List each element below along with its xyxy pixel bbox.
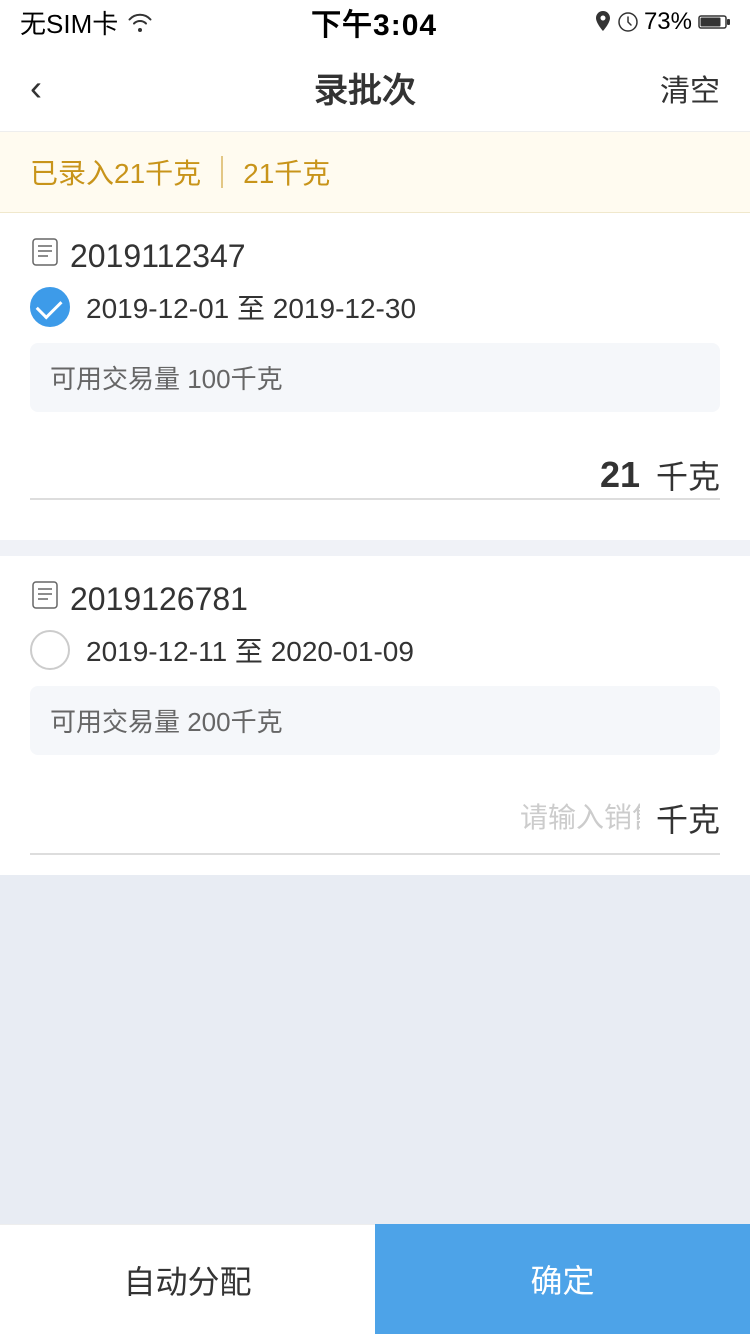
battery-text: 73% (644, 8, 692, 36)
page-title: 录批次 (90, 63, 640, 112)
confirm-button[interactable]: 确定 (375, 1224, 750, 1334)
summary-divider (221, 156, 223, 188)
batch1-quantity-row: 千克 (0, 432, 750, 498)
back-button[interactable]: ‹ (30, 67, 90, 109)
batch2-card: 2019126781 2019-12-11 至 2020-01-09 可用交易量… (0, 556, 750, 755)
summary-item1: 已录入21千克 (30, 152, 201, 192)
batch1-quantity-section: 千克 (0, 432, 750, 540)
content-area: 已录入21千克 21千克 2019112347 2019-12-01 至 201… (0, 132, 750, 1295)
summary-banner: 已录入21千克 21千克 (0, 132, 750, 213)
auto-distribute-button[interactable]: 自动分配 (0, 1224, 375, 1334)
batch1-header: 2019112347 (30, 237, 720, 275)
batch2-available: 可用交易量 200千克 (30, 686, 720, 755)
batch1-doc-icon (30, 237, 60, 275)
batch2-section-bottom (0, 855, 750, 875)
batch2-id: 2019126781 (70, 581, 248, 618)
batch1-radio[interactable] (30, 287, 70, 327)
section-divider (0, 540, 750, 556)
status-right: 73% (594, 8, 730, 36)
status-time: 下午3:04 (311, 0, 437, 44)
batch1-quantity-input[interactable] (520, 454, 640, 496)
summary-item2: 21千克 (243, 152, 330, 192)
wifi-icon (126, 12, 154, 32)
bottom-bar: 自动分配 确定 (0, 1224, 750, 1334)
batch2-doc-icon (30, 580, 60, 618)
status-bar: 无SIM卡 下午3:04 73% (0, 0, 750, 44)
batch1-date-row: 2019-12-01 至 2019-12-30 (30, 287, 720, 327)
batch2-wrapper: 2019126781 2019-12-11 至 2020-01-09 可用交易量… (0, 556, 750, 875)
batch2-date: 2019-12-11 至 2020-01-09 (86, 630, 414, 670)
batch1-available: 可用交易量 100千克 (30, 343, 720, 412)
nav-bar: ‹ 录批次 清空 (0, 44, 750, 132)
location-icon (594, 11, 612, 33)
batch2-unit: 千克 (656, 795, 720, 841)
batch2-input-row: 千克 (0, 775, 750, 841)
batch2-quantity-input[interactable] (520, 802, 640, 834)
batch1-unit: 千克 (656, 452, 720, 498)
batch1-card: 2019112347 2019-12-01 至 2019-12-30 可用交易量… (0, 213, 750, 432)
no-sim-text: 无SIM卡 (20, 4, 118, 41)
batch2-input-section: 千克 (0, 775, 750, 875)
clear-button[interactable]: 清空 (640, 66, 720, 110)
batch2-radio[interactable] (30, 630, 70, 670)
batch1-date: 2019-12-01 至 2019-12-30 (86, 287, 416, 327)
battery-icon (698, 14, 730, 30)
status-left: 无SIM卡 (20, 4, 154, 41)
batch1-id: 2019112347 (70, 238, 246, 275)
clock-icon (618, 12, 638, 32)
batch2-date-row: 2019-12-11 至 2020-01-09 (30, 630, 720, 670)
batch2-header: 2019126781 (30, 580, 720, 618)
